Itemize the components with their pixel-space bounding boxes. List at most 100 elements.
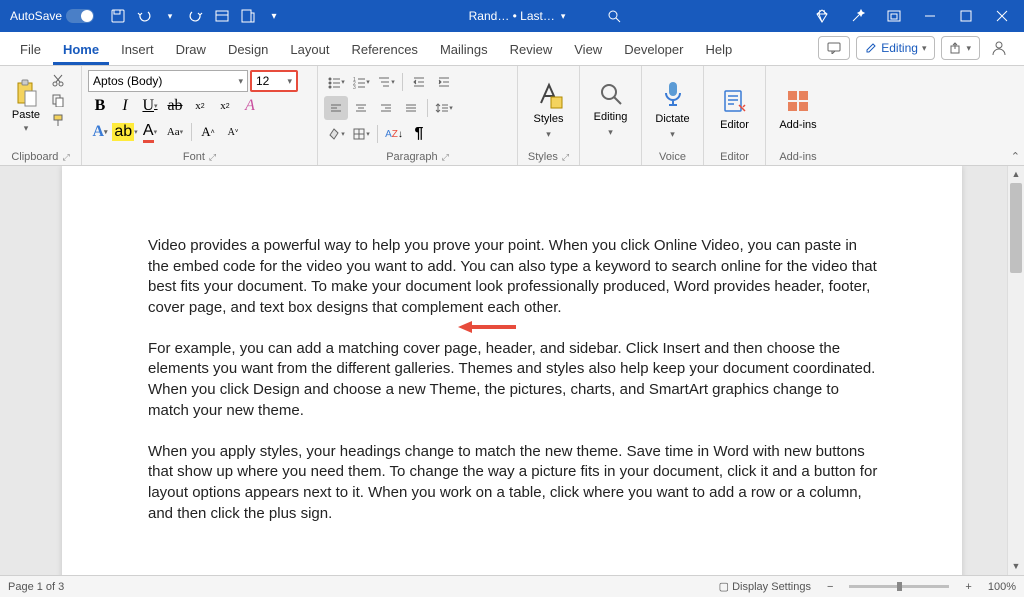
undo-icon[interactable] — [132, 4, 156, 28]
shrink-font-button[interactable]: A˅ — [221, 120, 245, 144]
autosave-control[interactable]: AutoSave — [4, 9, 100, 23]
show-marks-button[interactable]: ¶ — [407, 122, 431, 146]
bullets-button[interactable]: ▾ — [324, 70, 348, 94]
editing-button[interactable]: Editing▾ — [586, 70, 635, 148]
numbering-button[interactable]: 123▾ — [349, 70, 373, 94]
borders-button[interactable]: ▾ — [349, 122, 373, 146]
italic-button[interactable]: I — [113, 94, 137, 118]
paragraph-launcher-icon[interactable]: ⤢ — [442, 152, 449, 163]
zoom-slider[interactable] — [849, 585, 949, 588]
diamond-icon[interactable] — [804, 0, 840, 32]
multilevel-button[interactable]: ▾ — [374, 70, 398, 94]
autosave-toggle[interactable] — [66, 9, 94, 23]
tab-design[interactable]: Design — [218, 36, 278, 65]
document-area: Video provides a powerful way to help yo… — [0, 166, 1024, 575]
undo-dropdown-icon[interactable]: ▾ — [158, 4, 182, 28]
tab-mailings[interactable]: Mailings — [430, 36, 498, 65]
qat-customize-icon[interactable]: ▾ — [262, 4, 286, 28]
tab-references[interactable]: References — [341, 36, 427, 65]
paste-label: Paste — [12, 109, 40, 121]
copy-button[interactable] — [46, 90, 70, 110]
styles-button[interactable]: Styles▾ — [524, 70, 573, 148]
bold-button[interactable]: B — [88, 94, 112, 118]
page-count[interactable]: Page 1 of 3 — [8, 581, 64, 593]
paragraph-label: Paragraph — [386, 151, 437, 163]
align-right-button[interactable] — [374, 96, 398, 120]
addins-button[interactable]: Add-ins — [772, 70, 824, 148]
font-color-button[interactable]: A▾ — [138, 120, 162, 144]
strikethrough-button[interactable]: ab — [163, 94, 187, 118]
tab-draw[interactable]: Draw — [166, 36, 216, 65]
line-spacing-button[interactable]: ▾ — [432, 96, 456, 120]
zoom-in-button[interactable]: + — [961, 581, 975, 593]
change-case-button[interactable]: Aa▾ — [163, 120, 187, 144]
subscript-button[interactable]: x2 — [188, 94, 212, 118]
qat-btn-2[interactable] — [236, 4, 260, 28]
tab-view[interactable]: View — [564, 36, 612, 65]
comments-button[interactable] — [818, 36, 850, 60]
doc-dropdown-icon[interactable]: ▾ — [561, 11, 566, 22]
align-left-button[interactable] — [324, 96, 348, 120]
tab-help[interactable]: Help — [695, 36, 742, 65]
window-icon[interactable] — [876, 0, 912, 32]
editing-mode-button[interactable]: Editing▾ — [856, 36, 935, 60]
search-icon[interactable] — [607, 9, 621, 23]
tab-layout[interactable]: Layout — [280, 36, 339, 65]
maximize-button[interactable] — [948, 0, 984, 32]
clipboard-launcher-icon[interactable]: ⤢ — [62, 152, 69, 163]
dictate-label: Dictate — [655, 113, 689, 125]
font-launcher-icon[interactable]: ⤢ — [209, 152, 216, 163]
tab-file[interactable]: File — [10, 36, 51, 65]
increase-indent-button[interactable] — [432, 70, 456, 94]
addins-label: Add-ins — [779, 119, 816, 131]
scroll-thumb[interactable] — [1010, 183, 1022, 273]
text-effects-button[interactable]: A▾ — [88, 120, 112, 144]
document-page[interactable]: Video provides a powerful way to help yo… — [62, 166, 962, 575]
justify-button[interactable] — [399, 96, 423, 120]
para-2[interactable]: For example, you can add a matching cove… — [148, 339, 882, 422]
paste-button[interactable]: Paste ▾ — [6, 70, 46, 142]
tab-insert[interactable]: Insert — [111, 36, 164, 65]
grow-font-button[interactable]: A˄ — [196, 120, 220, 144]
tab-home[interactable]: Home — [53, 36, 109, 65]
editor-button[interactable]: Editor — [710, 70, 759, 148]
wand-icon[interactable] — [840, 0, 876, 32]
clear-formatting-button[interactable]: A — [238, 94, 262, 118]
minimize-button[interactable] — [912, 0, 948, 32]
display-settings[interactable]: ▢ Display Settings — [719, 580, 811, 593]
vertical-scrollbar[interactable]: ▲ ▼ — [1007, 166, 1024, 575]
styles-group-label: Styles — [528, 151, 558, 163]
para-1[interactable]: Video provides a powerful way to help yo… — [148, 236, 882, 319]
decrease-indent-button[interactable] — [407, 70, 431, 94]
qat-btn-1[interactable] — [210, 4, 234, 28]
close-button[interactable] — [984, 0, 1020, 32]
group-addins: Add-ins Add-ins — [766, 66, 830, 165]
styles-launcher-icon[interactable]: ⤢ — [562, 152, 569, 163]
align-center-button[interactable] — [349, 96, 373, 120]
cut-button[interactable] — [46, 70, 70, 90]
format-painter-button[interactable] — [46, 110, 70, 130]
para-3[interactable]: When you apply styles, your headings cha… — [148, 442, 882, 525]
document-title[interactable]: Rand… • Last… — [469, 9, 555, 23]
scroll-up-icon[interactable]: ▲ — [1008, 166, 1024, 183]
group-font: Aptos (Body)▾ 12▾ B I U▾ ab x2 x2 A A▾ a… — [82, 66, 318, 165]
font-name-input[interactable]: Aptos (Body)▾ — [88, 70, 248, 92]
share-button[interactable]: ▾ — [941, 36, 980, 60]
save-icon[interactable] — [106, 4, 130, 28]
account-icon[interactable] — [986, 36, 1012, 60]
dictate-button[interactable]: Dictate▾ — [648, 70, 697, 148]
zoom-out-button[interactable]: − — [823, 581, 837, 593]
collapse-ribbon-icon[interactable]: ⌃ — [1011, 150, 1020, 163]
superscript-button[interactable]: x2 — [213, 94, 237, 118]
zoom-level[interactable]: 100% — [988, 581, 1016, 593]
font-size-input[interactable]: 12▾ — [250, 70, 298, 92]
highlight-button[interactable]: ab▾ — [113, 120, 137, 144]
tab-review[interactable]: Review — [500, 36, 563, 65]
scroll-down-icon[interactable]: ▼ — [1008, 558, 1024, 575]
underline-button[interactable]: U▾ — [138, 94, 162, 118]
shading-button[interactable]: ▾ — [324, 122, 348, 146]
redo-icon[interactable] — [184, 4, 208, 28]
ribbon: Paste ▾ Clipboard⤢ Aptos (Body)▾ 12▾ B I… — [0, 66, 1024, 166]
sort-button[interactable]: AZ↓ — [382, 122, 406, 146]
tab-developer[interactable]: Developer — [614, 36, 693, 65]
